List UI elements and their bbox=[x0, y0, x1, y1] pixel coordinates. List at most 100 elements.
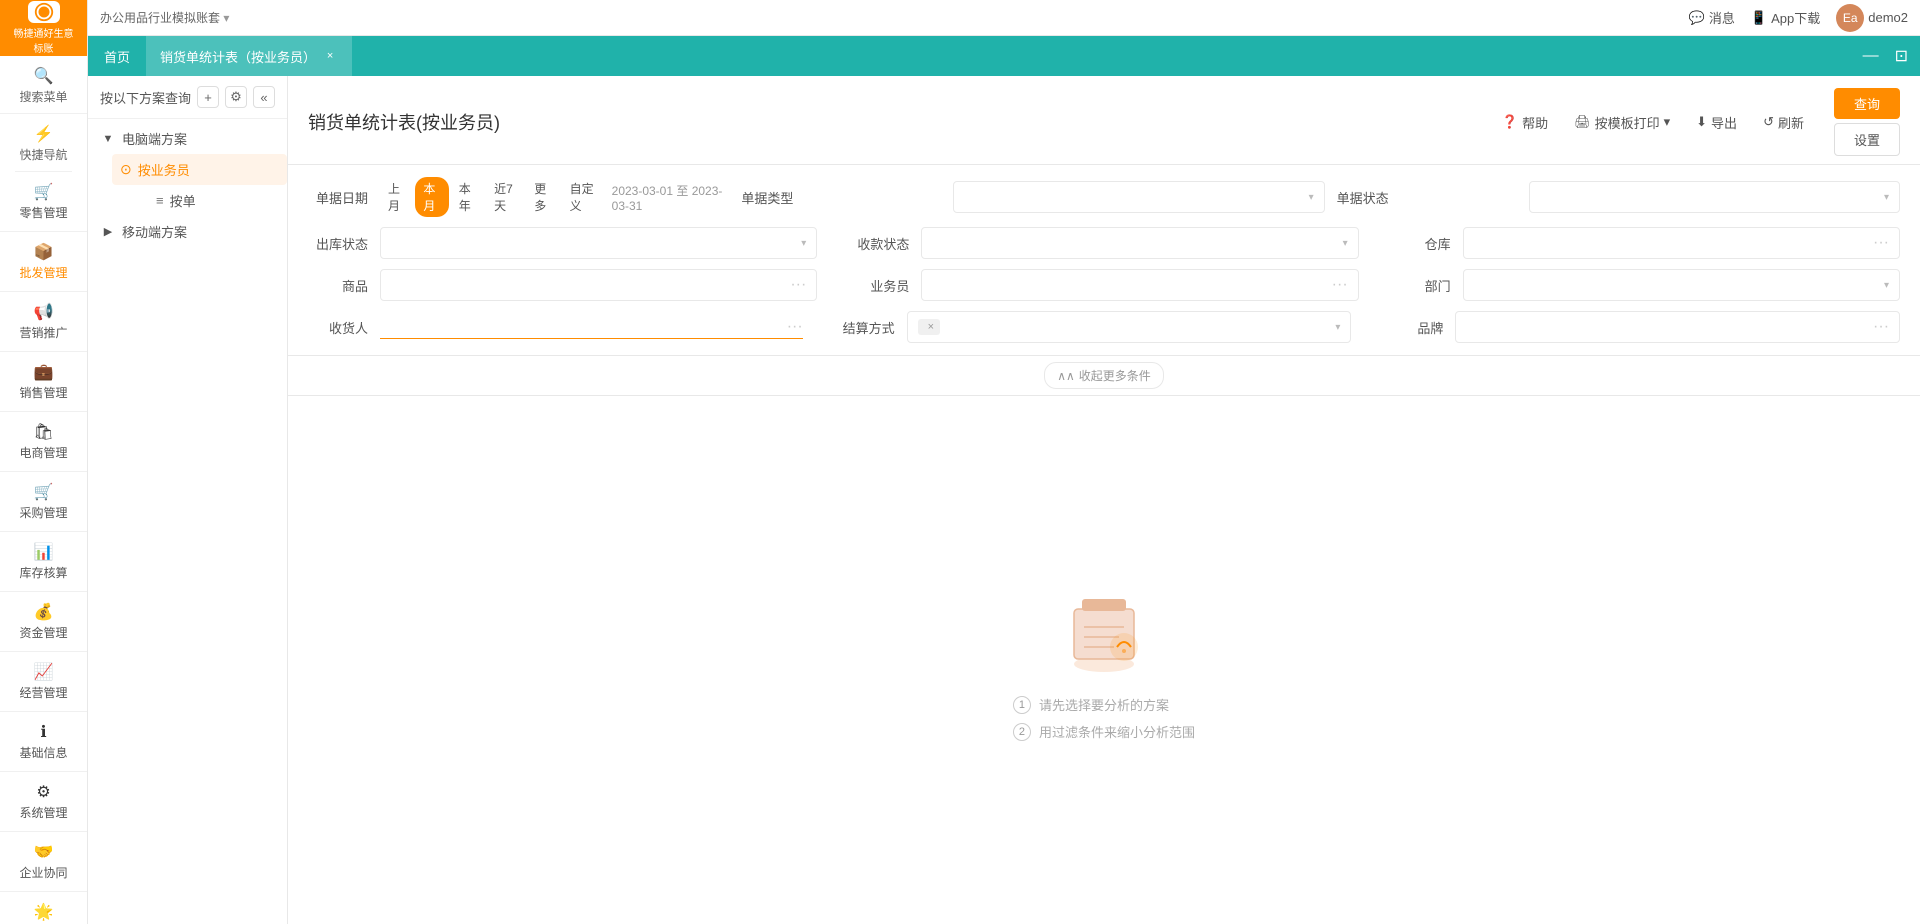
date-tab-this-year[interactable]: 本年 bbox=[451, 177, 484, 217]
topbar-actions: 💬 消息 📱 App下载 Ea demo2 bbox=[1689, 4, 1908, 32]
tree-expand-icon: ▼ bbox=[100, 131, 116, 147]
date-tab-custom[interactable]: 自定义 bbox=[562, 177, 604, 217]
collection-status-select[interactable]: ▾ bbox=[921, 227, 1358, 259]
tree-pc-section[interactable]: ▼ 电脑端方案 bbox=[88, 123, 287, 154]
filter-row-2: 出库状态 ▾ 收款状态 ▾ 仓库 ··· bbox=[308, 227, 1900, 259]
app-download-button[interactable]: 📱 App下载 bbox=[1751, 8, 1820, 27]
warehouse-select[interactable]: ··· bbox=[1463, 227, 1900, 259]
settings-button[interactable]: 设置 bbox=[1834, 123, 1900, 156]
scheme-settings-button[interactable]: ⚙ bbox=[225, 86, 247, 108]
date-filter: 上月 本月 本年 近7天 更多 自定义 2023-03-01 至 2023-03… bbox=[380, 177, 729, 217]
tab-home[interactable]: 首页 bbox=[88, 36, 146, 76]
brand-select[interactable]: ··· bbox=[1455, 311, 1900, 343]
main-area: 办公用品行业模拟账套 ▾ 💬 消息 📱 App下载 Ea demo2 首页 bbox=[88, 0, 1920, 924]
date-tab-more[interactable]: 更多 bbox=[526, 177, 559, 217]
logo-text: 畅捷通好生意 bbox=[14, 25, 74, 40]
out-status-label: 出库状态 bbox=[308, 234, 368, 253]
department-select[interactable]: ▾ bbox=[1463, 269, 1900, 301]
message-button[interactable]: 💬 消息 bbox=[1689, 8, 1735, 27]
sidebar-item-system[interactable]: ⚙ 系统管理 bbox=[0, 772, 87, 832]
sidebar-item-newbie[interactable]: 🌟 新手引导 bbox=[0, 892, 87, 924]
tab-minimize-button[interactable]: — bbox=[1859, 43, 1883, 69]
sidebar-item-enterprise[interactable]: 🤝 企业协同 bbox=[0, 832, 87, 892]
sidebar-item-wholesale[interactable]: 📦 批发管理 bbox=[0, 232, 87, 292]
tab-active[interactable]: 销货单统计表（按业务员） × bbox=[146, 36, 352, 76]
date-tab-7-days[interactable]: 近7天 bbox=[486, 177, 524, 217]
sidebar-item-ecommerce[interactable]: 🛍 电商管理 bbox=[0, 412, 87, 472]
tabbar-right: — ⊡ bbox=[1859, 42, 1920, 70]
tab-close-button[interactable]: × bbox=[322, 48, 338, 64]
help-icon: ❓ bbox=[1502, 114, 1518, 130]
collapse-label: 收起更多条件 bbox=[1079, 367, 1151, 384]
goods-dots[interactable]: ··· bbox=[790, 276, 806, 294]
collapse-up-icon: ∧∧ bbox=[1057, 369, 1075, 383]
tip-text-1: 请先选择要分析的方案 bbox=[1039, 695, 1169, 714]
sidebar-item-sales[interactable]: 💼 销售管理 bbox=[0, 352, 87, 412]
out-status-arrow: ▾ bbox=[801, 238, 806, 249]
empty-tip-1: 1 请先选择要分析的方案 bbox=[1013, 695, 1195, 714]
search-menu-item[interactable]: 🔍 搜索菜单 bbox=[0, 56, 87, 114]
sidebar-item-basic[interactable]: ℹ 基础信息 bbox=[0, 712, 87, 772]
date-tab-last-month[interactable]: 上月 bbox=[380, 177, 413, 217]
help-button[interactable]: ❓ 帮助 bbox=[1494, 109, 1556, 136]
consignee-input-wrapper: ··· bbox=[380, 315, 803, 339]
doc-status-select[interactable]: ▾ bbox=[1529, 181, 1900, 213]
add-scheme-button[interactable]: + bbox=[197, 86, 219, 108]
sidebar-item-inventory[interactable]: 📊 库存核算 bbox=[0, 532, 87, 592]
quick-nav-item[interactable]: ⚡ 快捷导航 bbox=[15, 114, 71, 172]
message-icon: 💬 bbox=[1689, 10, 1705, 26]
collapse-panel-button[interactable]: « bbox=[253, 86, 275, 108]
print-icon: 🖨 bbox=[1574, 114, 1591, 130]
tab-maximize-button[interactable]: ⊡ bbox=[1891, 42, 1912, 70]
tree-item-by-order[interactable]: ≡ 按单 bbox=[148, 185, 287, 216]
wholesale-icon: 📦 bbox=[34, 242, 54, 262]
print-button[interactable]: 🖨 按模板打印 ▾ bbox=[1566, 109, 1678, 136]
tree-item-by-salesperson[interactable]: ⊙ 按业务员 bbox=[112, 154, 287, 185]
doc-type-col: 单据类型 bbox=[741, 188, 941, 207]
logo-icon bbox=[28, 1, 60, 23]
refresh-button[interactable]: ↺ 刷新 bbox=[1755, 109, 1812, 136]
tree-mobile-section[interactable]: ▶ 移动端方案 bbox=[88, 216, 287, 247]
consignee-dots[interactable]: ··· bbox=[787, 318, 803, 336]
settlement-select[interactable]: × ▾ bbox=[907, 311, 1352, 343]
right-panel: 销货单统计表(按业务员) ❓ 帮助 🖨 按模板打印 ▾ ⬇ 导出 bbox=[288, 76, 1920, 924]
warehouse-dots[interactable]: ··· bbox=[1873, 234, 1889, 252]
date-tab-this-month[interactable]: 本月 bbox=[415, 177, 448, 217]
tree-collapse-icon: ▶ bbox=[100, 224, 116, 240]
finance-icon: 💰 bbox=[34, 602, 54, 622]
order-scheme-icon: ≡ bbox=[156, 193, 164, 208]
sidebar-logo[interactable]: 畅捷通好生意 标账 bbox=[0, 0, 87, 56]
sidebar-item-marketing[interactable]: 📢 营销推广 bbox=[0, 292, 87, 352]
left-panel: 按以下方案查询 + ⚙ « ▼ 电脑端方案 ⊙ 按业务员 bbox=[88, 76, 288, 924]
user-avatar[interactable]: Ea demo2 bbox=[1836, 4, 1908, 32]
ecommerce-icon: 🛍 bbox=[34, 422, 54, 442]
sidebar-item-purchase[interactable]: 🛒 采购管理 bbox=[0, 472, 87, 532]
goods-select[interactable]: ··· bbox=[380, 269, 817, 301]
left-panel-title: 按以下方案查询 bbox=[100, 88, 191, 107]
brand-dots[interactable]: ··· bbox=[1873, 318, 1889, 336]
left-panel-header: 按以下方案查询 + ⚙ « bbox=[88, 76, 287, 119]
content-area: 按以下方案查询 + ⚙ « ▼ 电脑端方案 ⊙ 按业务员 bbox=[88, 76, 1920, 924]
sidebar-item-operations[interactable]: 📈 经营管理 bbox=[0, 652, 87, 712]
salesperson-select[interactable]: ··· bbox=[921, 269, 1358, 301]
out-status-select[interactable]: ▾ bbox=[380, 227, 817, 259]
active-scheme-icon: ⊙ bbox=[120, 161, 132, 178]
doc-type-select[interactable]: ▾ bbox=[953, 181, 1324, 213]
left-panel-actions: + ⚙ « bbox=[197, 86, 275, 108]
salesperson-label: 业务员 bbox=[849, 276, 909, 295]
date-range-text: 2023-03-01 至 2023-03-31 bbox=[612, 182, 730, 213]
empty-state: 1 请先选择要分析的方案 2 用过滤条件来缩小分析范围 bbox=[288, 396, 1920, 924]
query-button[interactable]: 查询 bbox=[1834, 88, 1900, 119]
settlement-tag-close[interactable]: × bbox=[928, 321, 934, 333]
collapse-button[interactable]: ∧∧ 收起更多条件 bbox=[1044, 362, 1164, 389]
filter-row-3: 商品 ··· 业务员 ··· 部门 ▾ bbox=[308, 269, 1900, 301]
export-button[interactable]: ⬇ 导出 bbox=[1688, 109, 1745, 136]
consignee-input[interactable] bbox=[380, 315, 787, 338]
department-label: 部门 bbox=[1391, 276, 1451, 295]
sidebar-item-finance[interactable]: 💰 资金管理 bbox=[0, 592, 87, 652]
date-tabs: 上月 本月 本年 近7天 更多 自定义 bbox=[380, 177, 604, 217]
sidebar-item-retail[interactable]: 🛒 零售管理 bbox=[0, 172, 87, 232]
salesperson-dots[interactable]: ··· bbox=[1332, 276, 1348, 294]
topbar-dropdown-icon[interactable]: ▾ bbox=[223, 11, 229, 25]
tree-child-area: ⊙ 按业务员 ≡ 按单 bbox=[88, 154, 287, 216]
